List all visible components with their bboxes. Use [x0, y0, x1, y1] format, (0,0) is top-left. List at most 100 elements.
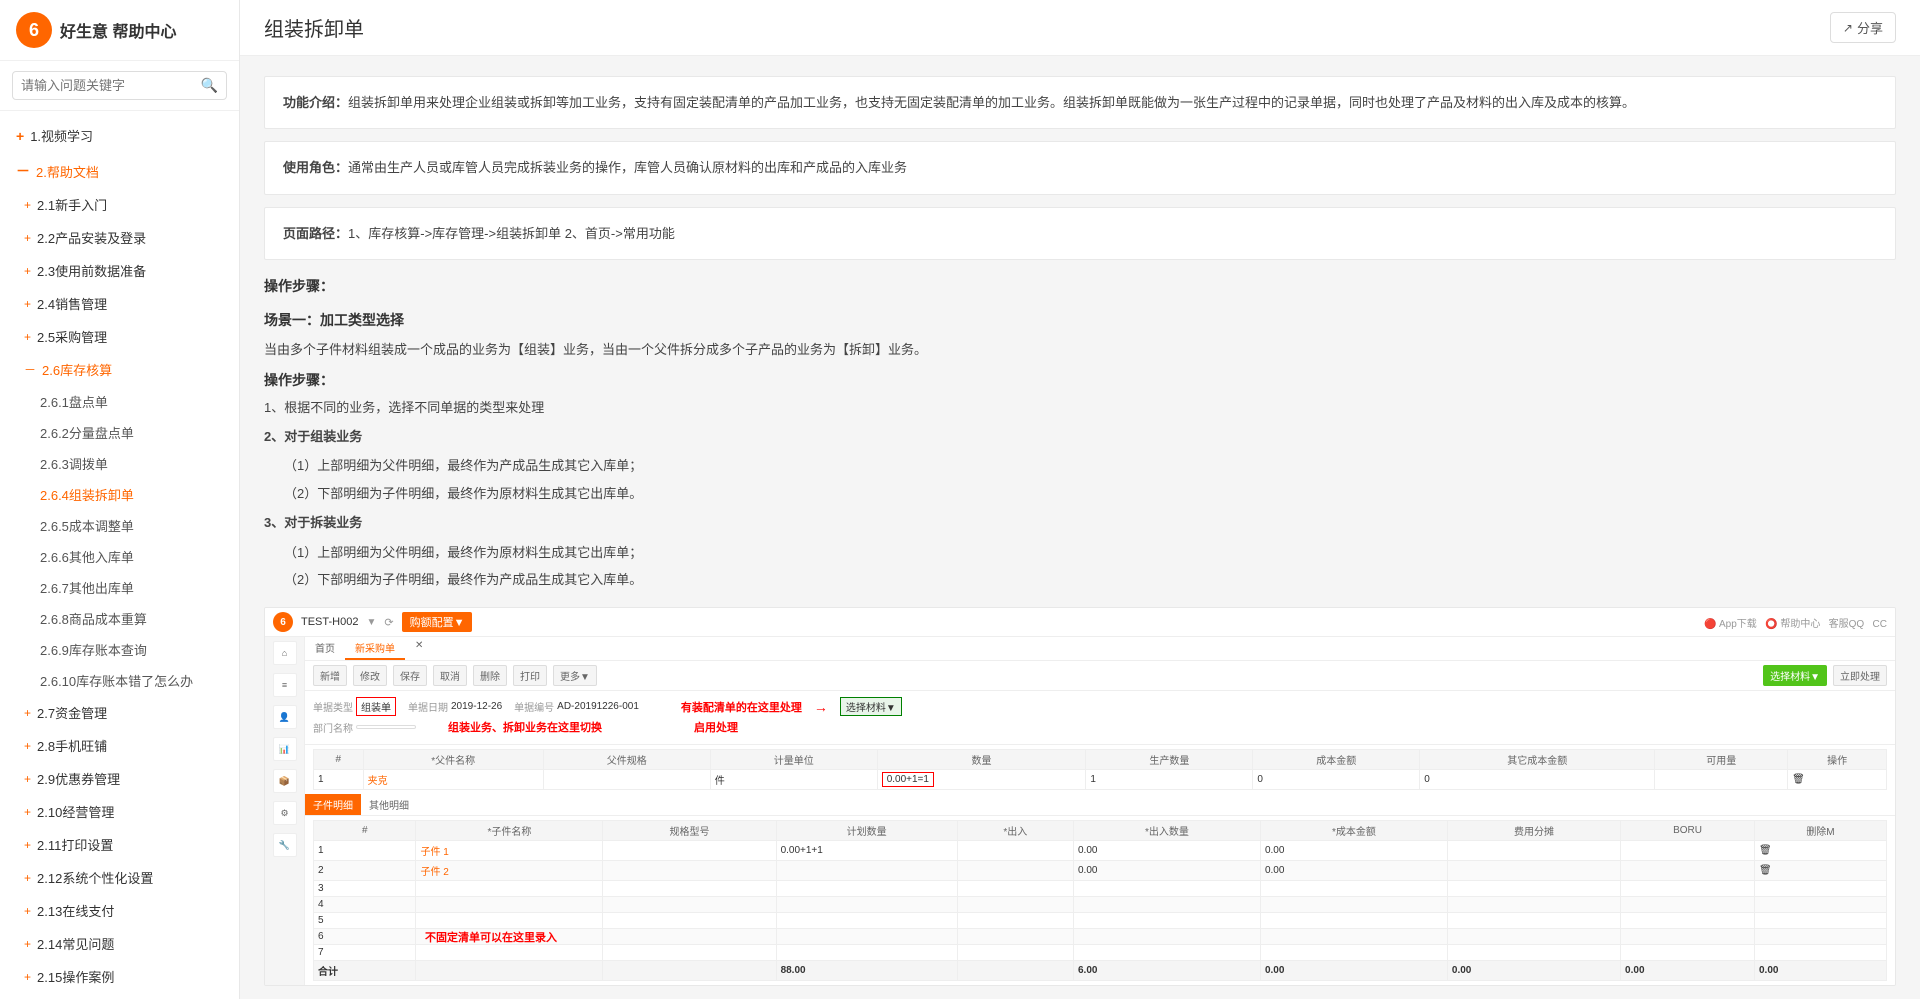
nav-group-docs: － 2.帮助文档 + 2.1新手入门 + 2.2产品安装及登录 + 2.3使用前…	[0, 154, 239, 993]
sidebar-item-finance[interactable]: + 2.7资金管理	[0, 696, 239, 729]
ss-sub-table-wrap: 不固定清单可以在这里录入 # *子件名称 规格型号 计划数量 *出入	[305, 816, 1895, 985]
sidebar-item-inventorycheck[interactable]: 2.6.9库存账本查询	[0, 634, 239, 665]
ss-btn-approve[interactable]: 选择材料▼	[1763, 665, 1827, 686]
ss-code-label: 单据编号	[514, 699, 554, 714]
sidebar-item-print[interactable]: + 2.11打印设置	[0, 828, 239, 861]
ss-upper-col-spec: 父件规格	[543, 750, 710, 770]
sidebar-item-inventory[interactable]: － 2.6库存核算	[0, 353, 239, 386]
sidebar-item-assembly[interactable]: 2.6.4组装拆卸单	[0, 479, 239, 510]
sidebar-item-inventoryerror[interactable]: 2.6.10库存账本错了怎么办	[0, 665, 239, 696]
ss-annotation4: 不固定清单可以在这里录入	[425, 929, 557, 945]
step3-sub2: （2）下部明细为子件明细，最终作为产成品生成其它入库单。	[284, 568, 1896, 591]
sidebar-item-faq[interactable]: + 2.14常见问题	[0, 927, 239, 960]
ss-arrow1: →	[814, 699, 828, 715]
ss-btn-print[interactable]: 打印	[513, 665, 547, 686]
sidebar-item-costadj[interactable]: 2.6.5成本调整单	[0, 510, 239, 541]
ss-lower-col-name: *子件名称	[416, 821, 603, 841]
sidebar-item-install[interactable]: + 2.2产品安装及登录	[0, 221, 239, 254]
sidebar-item-split[interactable]: 2.6.2分量盘点单	[0, 417, 239, 448]
sidebar-item-goodscost[interactable]: 2.6.8商品成本重算	[0, 603, 239, 634]
screenshot-sim: 6 TEST-H002 ▼ ⟳ 购额配置▼ 🔴 App下载 ⭕ 帮助中心 客服Q…	[265, 608, 1895, 985]
ss-sec-tab-other[interactable]: 其他明细	[361, 794, 417, 815]
ss-field-date: 单据日期 2019-12-26	[408, 699, 502, 714]
ss-tab-close[interactable]: ✕	[405, 637, 433, 660]
expand-icon: +	[16, 128, 24, 144]
ss-lower-col-boru: BORU	[1621, 821, 1755, 841]
path-text: 1、库存核算->库存管理->组装拆卸单 2、首页->常用功能	[348, 226, 675, 241]
ss-nav-icon-home[interactable]: ⌂	[273, 641, 297, 665]
plus-icon: +	[24, 772, 31, 786]
ss-annotation3: 启用处理	[694, 719, 738, 735]
sidebar-item-online[interactable]: + 2.13在线支付	[0, 894, 239, 927]
nav-group-video-header[interactable]: + 1.视频学习	[0, 119, 239, 152]
ss-approve-btn-ref[interactable]: 选择材料▼	[840, 697, 902, 716]
sidebar-item-voucher[interactable]: + 2.9优惠券管理	[0, 762, 239, 795]
sidebar-item-purchase-label: 2.5采购管理	[37, 327, 107, 346]
ss-upper-table-wrap: # *父件名称 父件规格 计量单位 数量 生产数量 成本金额 其它成本金额 可用	[305, 745, 1895, 794]
ss-btn-edit[interactable]: 修改	[353, 665, 387, 686]
sidebar-item-otheroutstock[interactable]: 2.6.7其他出库单	[0, 572, 239, 603]
sidebar-item-ops[interactable]: + 2.10经营管理	[0, 795, 239, 828]
search-icon[interactable]: 🔍	[201, 77, 218, 94]
ss-upper-col-name: *父件名称	[363, 750, 543, 770]
ss-btn-save[interactable]: 保存	[393, 665, 427, 686]
sidebar-item-newcomer-label: 2.1新手入门	[37, 195, 107, 214]
plus-icon: +	[24, 838, 31, 852]
ss-nav-icon-settings[interactable]: ⚙	[273, 801, 297, 825]
ss-upper-qty-box[interactable]: 0.00+1=1	[882, 772, 934, 787]
ss-btn-more[interactable]: 更多▼	[553, 665, 597, 686]
ss-lower-row4: 4	[314, 897, 1887, 913]
ss-upper-cell-prodqty: 1	[1086, 770, 1253, 790]
ss-dept-value[interactable]	[356, 725, 416, 729]
ss-upper-row1: 1 夹克 件 0.00+1=1 1 0 0	[314, 770, 1887, 790]
ss-sec-tab-sub[interactable]: 子件明细	[305, 794, 361, 815]
ss-upper-cell-unit: 件	[710, 770, 877, 790]
sidebar-item-purchase[interactable]: + 2.5采购管理	[0, 320, 239, 353]
plus-icon: +	[24, 330, 31, 344]
sidebar-item-sales-label: 2.4销售管理	[37, 294, 107, 313]
share-button[interactable]: ↗ 分享	[1830, 12, 1896, 43]
ss-upper-col-avail: 可用量	[1655, 750, 1788, 770]
ss-nav-icon-orders[interactable]: ≡	[273, 673, 297, 697]
sidebar-item-newcomer[interactable]: + 2.1新手入门	[0, 188, 239, 221]
sidebar-item-otherinstock[interactable]: 2.6.6其他入库单	[0, 541, 239, 572]
sidebar-item-custom-label: 2.12系统个性化设置	[37, 868, 153, 887]
ss-tab-home[interactable]: 首页	[305, 637, 345, 660]
ss-nav-icon-users[interactable]: 👤	[273, 705, 297, 729]
sidebar-item-custom[interactable]: + 2.12系统个性化设置	[0, 861, 239, 894]
ss-btn-stock[interactable]: 立即处理	[1833, 665, 1887, 686]
ss-type-value[interactable]: 组装单	[356, 697, 396, 716]
sidebar-item-voucher-label: 2.9优惠券管理	[37, 769, 120, 788]
operations-section: 操作步骤： 场景一：加工类型选择 当由多个子件材料组装成一个成品的业务为【组装】…	[264, 276, 1896, 591]
sidebar-item-faq-label: 2.14常见问题	[37, 934, 114, 953]
ss-btn-cancel[interactable]: 取消	[433, 665, 467, 686]
step2-sub1: （1）上部明细为父件明细，最终作为产成品生成其它入库单；	[284, 454, 1896, 477]
ss-tag[interactable]: 购额配置▼	[402, 612, 473, 632]
ss-btn-delete[interactable]: 删除	[473, 665, 507, 686]
role-block: 使用角色：通常由生产人员或库管人员完成拆装业务的操作，库管人员确认原材料的出库和…	[264, 141, 1896, 194]
ss-form-row1: 单据类型 组装单 单据日期 2019-12-26 单据编号 AD-2019122…	[313, 697, 1887, 716]
nav-group-docs-header[interactable]: － 2.帮助文档	[0, 154, 239, 188]
plus-icon: +	[24, 706, 31, 720]
ss-lower-row2: 2 子件 2 0.00 0.00	[314, 861, 1887, 881]
ss-form-area: 单据类型 组装单 单据日期 2019-12-26 单据编号 AD-2019122…	[305, 691, 1895, 745]
ss-nav-icon-tools[interactable]: 🔧	[273, 833, 297, 857]
sidebar-item-stocktake[interactable]: 2.6.1盘点单	[0, 386, 239, 417]
sidebar-item-print-label: 2.11打印设置	[37, 835, 113, 854]
sidebar-item-prepare[interactable]: + 2.3使用前数据准备	[0, 254, 239, 287]
ss-btn-new[interactable]: 新增	[313, 665, 347, 686]
sidebar-item-prepare-label: 2.3使用前数据准备	[37, 261, 146, 280]
ss-lower-col-inout: *出入	[957, 821, 1073, 841]
sidebar-item-cases[interactable]: + 2.15操作案例	[0, 960, 239, 993]
sidebar-item-sales[interactable]: + 2.4销售管理	[0, 287, 239, 320]
ss-nav-icon-box[interactable]: 📦	[273, 769, 297, 793]
sidebar-item-online-label: 2.13在线支付	[37, 901, 114, 920]
sidebar-item-mobile[interactable]: + 2.8手机旺铺	[0, 729, 239, 762]
ss-nav-icon-chart[interactable]: 📊	[273, 737, 297, 761]
search-box[interactable]: 🔍	[12, 71, 227, 100]
page-title: 组装拆卸单	[264, 13, 364, 42]
ss-tab-assembly[interactable]: 新采购单	[345, 637, 405, 660]
search-input[interactable]	[21, 78, 201, 93]
ss-upper-cell-qty: 0.00+1=1	[877, 770, 1086, 790]
sidebar-item-adjustment[interactable]: 2.6.3调拨单	[0, 448, 239, 479]
